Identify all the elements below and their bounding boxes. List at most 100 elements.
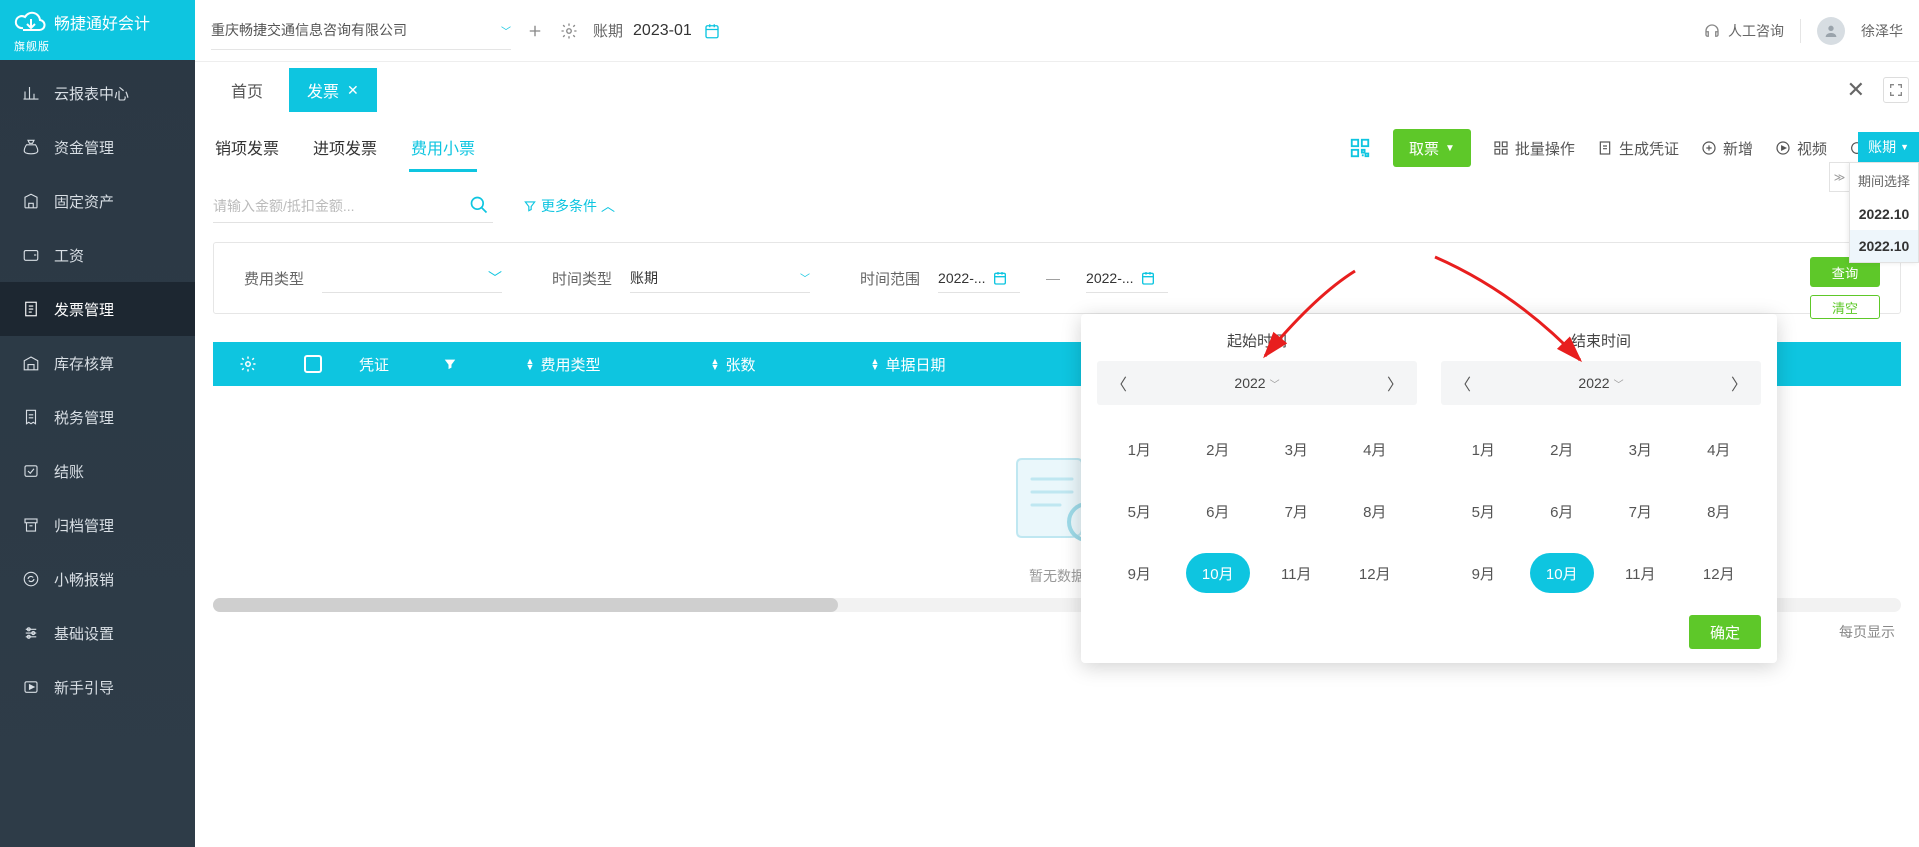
period-to[interactable]: 2022.10 — [1850, 230, 1918, 262]
month-cell[interactable]: 11月 — [1262, 553, 1331, 593]
month-cell[interactable]: 8月 — [1685, 491, 1754, 531]
prev-year-button[interactable]: 〈 — [1111, 371, 1127, 395]
date-from-input[interactable]: 2022-... — [938, 263, 1020, 293]
video-button[interactable]: 视频 — [1775, 138, 1827, 159]
nav-item-tax[interactable]: 税务管理 — [0, 390, 195, 444]
nav-item-archive[interactable]: 归档管理 — [0, 498, 195, 552]
prev-year-button[interactable]: 〈 — [1455, 371, 1471, 395]
subtab-expense[interactable]: 费用小票 — [409, 125, 477, 172]
subtab-output[interactable]: 销项发票 — [213, 125, 281, 172]
nav-label: 新手引导 — [54, 677, 114, 698]
month-cell[interactable]: 1月 — [1105, 429, 1174, 469]
tab-invoice[interactable]: 发票 ✕ — [289, 68, 377, 112]
brand-name: 畅捷通好会计 — [54, 10, 150, 34]
month-cell[interactable]: 4月 — [1685, 429, 1754, 469]
sort-icon[interactable]: ▲▼ — [871, 358, 880, 370]
fee-type-select[interactable]: ﹀ — [322, 263, 502, 293]
nav-item-salary[interactable]: 工资 — [0, 228, 195, 282]
gen-voucher-button[interactable]: 生成凭证 — [1597, 138, 1679, 159]
date-to-input[interactable]: 2022-... — [1086, 263, 1168, 293]
next-year-button[interactable]: 〉 — [1387, 371, 1403, 395]
tool-label: 新增 — [1723, 138, 1753, 159]
support-link[interactable]: 人工咨询 — [1702, 21, 1784, 41]
col-count[interactable]: 张数 — [725, 354, 755, 375]
nav-item-invoice[interactable]: 发票管理 — [0, 282, 195, 336]
fetch-ticket-button[interactable]: 取票▼ — [1393, 129, 1471, 167]
filter-icon[interactable] — [443, 357, 457, 371]
nav-item-settings[interactable]: 基础设置 — [0, 606, 195, 660]
year-select[interactable]: 2022 ﹀ — [1234, 375, 1279, 391]
tab-home[interactable]: 首页 — [213, 68, 281, 112]
month-cell[interactable]: 6月 — [1528, 491, 1597, 531]
scrollbar-thumb[interactable] — [213, 598, 838, 612]
subtab-input[interactable]: 进项发票 — [311, 125, 379, 172]
nav-label: 固定资产 — [54, 191, 114, 212]
month-cell[interactable]: 9月 — [1105, 553, 1174, 593]
brand-edition: 旗舰版 — [0, 38, 195, 54]
month-cell[interactable]: 3月 — [1262, 429, 1331, 469]
nav-item-inventory[interactable]: 库存核算 — [0, 336, 195, 390]
month-cell[interactable]: 9月 — [1449, 553, 1518, 593]
nav-item-fund[interactable]: 资金管理 — [0, 120, 195, 174]
calendar-icon[interactable] — [702, 21, 722, 41]
logo: 畅捷通好会计 旗舰版 — [0, 0, 195, 60]
time-type-value: 账期 — [630, 268, 658, 288]
month-cell[interactable]: 12月 — [1685, 553, 1754, 593]
money-bag-icon — [22, 138, 40, 156]
search-icon[interactable] — [469, 195, 489, 215]
close-icon[interactable]: ✕ — [347, 82, 359, 99]
settings-gear-button[interactable] — [559, 21, 579, 41]
month-cell[interactable]: 5月 — [1105, 491, 1174, 531]
gear-icon[interactable] — [239, 355, 257, 373]
month-cell[interactable]: 1月 — [1449, 429, 1518, 469]
month-cell[interactable]: 6月 — [1184, 491, 1253, 531]
close-all-tabs-button[interactable]: ✕ — [1839, 73, 1873, 107]
confirm-button[interactable]: 确定 — [1689, 615, 1761, 649]
batch-ops-button[interactable]: 批量操作 — [1493, 138, 1575, 159]
more-conditions-toggle[interactable]: 更多条件 ︿ — [523, 196, 615, 216]
add-company-button[interactable] — [525, 21, 545, 41]
amount-input[interactable] — [213, 189, 493, 223]
nav-item-close-book[interactable]: 结账 — [0, 444, 195, 498]
month-cell[interactable]: 5月 — [1449, 491, 1518, 531]
month-cell[interactable]: 2月 — [1184, 429, 1253, 469]
qrcode-icon[interactable] — [1349, 137, 1371, 159]
nav-item-report-center[interactable]: 云报表中心 — [0, 66, 195, 120]
month-cell[interactable]: 11月 — [1606, 553, 1675, 593]
add-button[interactable]: 新增 — [1701, 138, 1753, 159]
period-toggle-button[interactable]: 账期▼ — [1858, 132, 1919, 162]
select-all-checkbox[interactable] — [304, 355, 322, 373]
col-fee-type[interactable]: 费用类型 — [540, 354, 600, 375]
nav-item-fixed-asset[interactable]: 固定资产 — [0, 174, 195, 228]
month-cell[interactable]: 2月 — [1528, 429, 1597, 469]
collapse-panel-button[interactable]: ≫ — [1829, 162, 1849, 192]
headset-icon — [1702, 21, 1722, 41]
nav-item-reimburse[interactable]: 小畅报销 — [0, 552, 195, 606]
period-from[interactable]: 2022.10 — [1850, 198, 1918, 230]
year-value: 2022 — [1234, 375, 1265, 391]
caret-down-icon: ▼ — [1900, 142, 1909, 152]
month-cell[interactable]: 3月 — [1606, 429, 1675, 469]
month-cell[interactable]: 10月 — [1186, 553, 1250, 593]
clear-button[interactable]: 清空 — [1810, 295, 1880, 319]
user-name[interactable]: 徐泽华 — [1861, 21, 1903, 41]
col-voucher[interactable]: 凭证 — [359, 354, 389, 375]
month-cell[interactable]: 8月 — [1341, 491, 1410, 531]
time-type-select[interactable]: 账期 ﹀ — [630, 263, 810, 293]
month-cell[interactable]: 4月 — [1341, 429, 1410, 469]
nav-label: 结账 — [54, 461, 84, 482]
nav-item-guide[interactable]: 新手引导 — [0, 660, 195, 714]
sort-icon[interactable]: ▲▼ — [526, 358, 535, 370]
next-year-button[interactable]: 〉 — [1731, 371, 1747, 395]
fullscreen-button[interactable] — [1883, 77, 1909, 103]
company-select[interactable]: 重庆畅捷交通信息咨询有限公司 ﹀ — [211, 12, 511, 50]
month-cell[interactable]: 10月 — [1530, 553, 1594, 593]
month-cell[interactable]: 7月 — [1606, 491, 1675, 531]
month-cell[interactable]: 12月 — [1341, 553, 1410, 593]
sort-icon[interactable]: ▲▼ — [711, 358, 720, 370]
col-bill-date[interactable]: 单据日期 — [885, 354, 945, 375]
nav-label: 发票管理 — [54, 299, 114, 320]
chevron-down-icon: ﹀ — [1270, 376, 1280, 391]
month-cell[interactable]: 7月 — [1262, 491, 1331, 531]
year-select[interactable]: 2022﹀ — [1578, 375, 1623, 391]
